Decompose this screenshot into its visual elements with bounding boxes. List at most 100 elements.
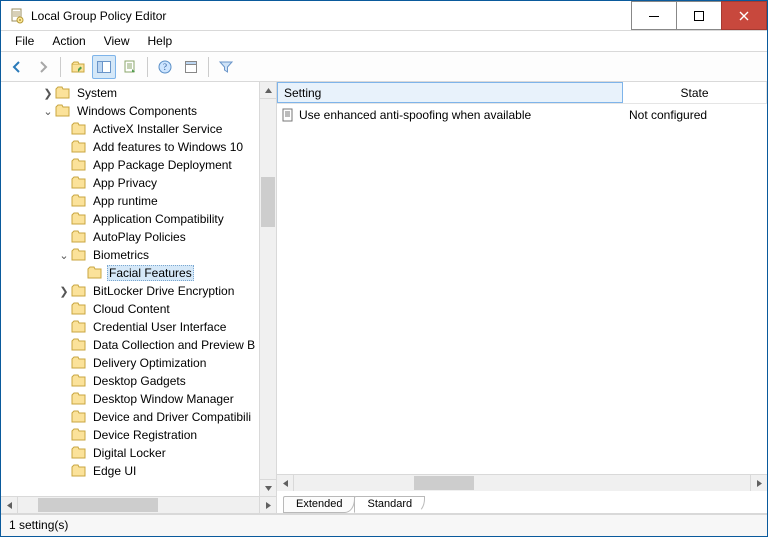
folder-icon bbox=[71, 356, 87, 370]
tree-node[interactable]: App Privacy bbox=[5, 174, 259, 192]
tree-label: AutoPlay Policies bbox=[91, 230, 188, 244]
folder-icon bbox=[71, 230, 87, 244]
up-button[interactable] bbox=[66, 55, 90, 79]
list-scroll-right-icon[interactable] bbox=[750, 475, 767, 491]
tree-node[interactable]: Add features to Windows 10 bbox=[5, 138, 259, 156]
tree-node[interactable]: Credential User Interface bbox=[5, 318, 259, 336]
tree-pane: ❯ System ⌄ Windows Components ActiveX In… bbox=[1, 82, 277, 513]
tab-standard[interactable]: Standard bbox=[354, 496, 425, 513]
properties-button[interactable] bbox=[179, 55, 203, 79]
expand-icon[interactable]: ❯ bbox=[57, 285, 71, 298]
tree-node[interactable]: Device Registration bbox=[5, 426, 259, 444]
minimize-button[interactable] bbox=[631, 1, 677, 30]
filter-button[interactable] bbox=[214, 55, 238, 79]
toolbar-separator bbox=[60, 57, 61, 77]
tree-node[interactable]: Desktop Window Manager bbox=[5, 390, 259, 408]
folder-icon bbox=[71, 392, 87, 406]
tabs: Extended Standard bbox=[277, 491, 767, 513]
menu-help[interactable]: Help bbox=[140, 32, 181, 50]
titlebar: Local Group Policy Editor bbox=[1, 1, 767, 31]
tree-node[interactable]: App runtime bbox=[5, 192, 259, 210]
folder-icon bbox=[71, 248, 87, 262]
tree-label: App runtime bbox=[91, 194, 160, 208]
expand-icon[interactable]: ⌄ bbox=[41, 105, 55, 118]
folder-icon bbox=[71, 140, 87, 154]
folder-icon bbox=[71, 212, 87, 226]
tree-label: Biometrics bbox=[91, 248, 151, 262]
tree-hscrollbar[interactable] bbox=[1, 496, 276, 513]
scroll-right-icon[interactable] bbox=[259, 497, 276, 513]
tree-node[interactable]: Delivery Optimization bbox=[5, 354, 259, 372]
help-button[interactable]: ? bbox=[153, 55, 177, 79]
toolbar-separator-2 bbox=[147, 57, 148, 77]
tree-node[interactable]: Data Collection and Preview B bbox=[5, 336, 259, 354]
tree-label: Device and Driver Compatibili bbox=[91, 410, 253, 424]
tree-label: Digital Locker bbox=[91, 446, 168, 460]
tree-vscrollbar[interactable] bbox=[259, 82, 276, 496]
column-state[interactable]: State bbox=[623, 82, 767, 103]
tree-node[interactable]: Device and Driver Compatibili bbox=[5, 408, 259, 426]
menubar: File Action View Help bbox=[1, 31, 767, 52]
tree[interactable]: ❯ System ⌄ Windows Components ActiveX In… bbox=[1, 82, 259, 496]
tree-label: Windows Components bbox=[75, 104, 199, 118]
show-hide-tree-button[interactable] bbox=[92, 55, 116, 79]
tree-label: ActiveX Installer Service bbox=[91, 122, 224, 136]
tree-label: Device Registration bbox=[91, 428, 199, 442]
column-setting[interactable]: Setting bbox=[277, 82, 623, 103]
folder-icon bbox=[71, 374, 87, 388]
tree-node[interactable]: ⌄ Windows Components bbox=[5, 102, 259, 120]
list-scroll-left-icon[interactable] bbox=[277, 475, 294, 491]
tree-label: Add features to Windows 10 bbox=[91, 140, 245, 154]
tab-extended[interactable]: Extended bbox=[283, 496, 355, 513]
tree-label: Credential User Interface bbox=[91, 320, 228, 334]
tree-label: App Privacy bbox=[91, 176, 159, 190]
expand-icon[interactable]: ⌄ bbox=[57, 249, 71, 262]
list-body[interactable]: Use enhanced anti-spoofing when availabl… bbox=[277, 104, 767, 474]
close-button[interactable] bbox=[721, 1, 767, 30]
row-setting-label: Use enhanced anti-spoofing when availabl… bbox=[299, 108, 531, 122]
tree-node[interactable]: Application Compatibility bbox=[5, 210, 259, 228]
body: ❯ System ⌄ Windows Components ActiveX In… bbox=[1, 82, 767, 514]
tree-node[interactable]: App Package Deployment bbox=[5, 156, 259, 174]
menu-file[interactable]: File bbox=[7, 32, 42, 50]
tree-node[interactable]: ⌄ Biometrics bbox=[5, 246, 259, 264]
menu-view[interactable]: View bbox=[96, 32, 138, 50]
folder-icon bbox=[71, 302, 87, 316]
folder-icon bbox=[55, 86, 71, 100]
scroll-down-icon[interactable] bbox=[260, 479, 276, 496]
tree-node[interactable]: ❯ BitLocker Drive Encryption bbox=[5, 282, 259, 300]
tree-node[interactable]: Facial Features bbox=[5, 264, 259, 282]
tree-label: System bbox=[75, 86, 119, 100]
list-hscroll-thumb[interactable] bbox=[414, 476, 474, 490]
tree-node[interactable]: Cloud Content bbox=[5, 300, 259, 318]
forward-button[interactable] bbox=[31, 55, 55, 79]
hscroll-thumb[interactable] bbox=[38, 498, 158, 512]
export-list-button[interactable] bbox=[118, 55, 142, 79]
scroll-up-icon[interactable] bbox=[260, 82, 276, 99]
maximize-button[interactable] bbox=[676, 1, 722, 30]
tree-node[interactable]: ActiveX Installer Service bbox=[5, 120, 259, 138]
tree-node[interactable]: Desktop Gadgets bbox=[5, 372, 259, 390]
tree-node[interactable]: AutoPlay Policies bbox=[5, 228, 259, 246]
list-row[interactable]: Use enhanced anti-spoofing when availabl… bbox=[277, 106, 767, 124]
tree-node[interactable]: Edge UI bbox=[5, 462, 259, 480]
tree-node[interactable]: Digital Locker bbox=[5, 444, 259, 462]
tree-label: Application Compatibility bbox=[91, 212, 226, 226]
list-hscrollbar[interactable] bbox=[277, 474, 767, 491]
folder-icon bbox=[71, 158, 87, 172]
scroll-left-icon[interactable] bbox=[1, 497, 18, 513]
window-buttons bbox=[632, 1, 767, 30]
tree-node[interactable]: ❯ System bbox=[5, 84, 259, 102]
folder-icon bbox=[71, 284, 87, 298]
tree-label: Edge UI bbox=[91, 464, 138, 478]
tree-label: Data Collection and Preview B bbox=[91, 338, 257, 352]
toolbar-separator-3 bbox=[208, 57, 209, 77]
folder-icon bbox=[71, 428, 87, 442]
back-button[interactable] bbox=[5, 55, 29, 79]
expand-icon[interactable]: ❯ bbox=[41, 87, 55, 100]
scroll-thumb[interactable] bbox=[261, 177, 275, 227]
folder-icon bbox=[87, 266, 103, 280]
tree-label: Desktop Gadgets bbox=[91, 374, 188, 388]
menu-action[interactable]: Action bbox=[44, 32, 93, 50]
policy-icon bbox=[281, 108, 295, 122]
